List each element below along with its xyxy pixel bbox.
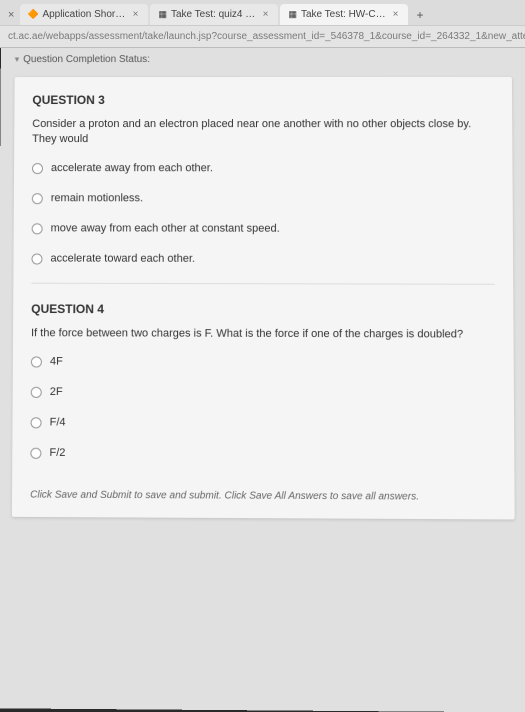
tab-title: Take Test: HW-CL06- electros [301, 9, 387, 20]
tab-title: Take Test: quiz4 – PHY 0103 [171, 9, 257, 20]
question-prompt: Consider a proton and an electron placed… [32, 117, 494, 148]
close-icon[interactable]: × [261, 9, 271, 20]
question-3: QUESTION 3 Consider a proton and an elec… [31, 93, 494, 265]
save-submit-instructions: Click Save and Submit to save and submit… [30, 490, 496, 504]
completion-status-label: Question Completion Status: [23, 54, 150, 65]
radio-button[interactable] [31, 387, 42, 398]
questions-panel: QUESTION 3 Consider a proton and an elec… [12, 77, 515, 520]
browser-chrome: × 🔶 Application Shortcuts × ▦ Take Test:… [0, 0, 525, 48]
divider [31, 282, 495, 284]
option-label: 2F [50, 386, 63, 398]
option-row[interactable]: accelerate toward each other. [31, 252, 494, 265]
option-row[interactable]: F/4 [31, 416, 496, 430]
blackboard-icon: ▦ [158, 10, 167, 20]
option-row[interactable]: remain motionless. [32, 192, 495, 205]
blackboard-icon: ▦ [288, 10, 297, 20]
address-bar[interactable]: ct.ac.ae/webapps/assessment/take/launch.… [0, 25, 525, 47]
completion-status-bar[interactable]: ▾ Question Completion Status: [1, 48, 525, 71]
tab-shortcuts[interactable]: 🔶 Application Shortcuts × [20, 4, 148, 25]
radio-button[interactable] [31, 417, 42, 428]
option-label: F/2 [49, 447, 65, 459]
tab-title: Application Shortcuts [42, 9, 126, 20]
close-icon[interactable]: × [131, 9, 141, 20]
new-tab-button[interactable]: + [410, 5, 429, 25]
radio-button[interactable] [30, 448, 41, 459]
question-4: QUESTION 4 If the force between two char… [30, 302, 496, 462]
chevron-down-icon: ▾ [15, 54, 20, 65]
option-label: move away from each other at constant sp… [51, 222, 280, 234]
option-label: 4F [50, 356, 63, 368]
page-content: ▾ Question Completion Status: QUESTION 3… [0, 48, 525, 712]
tab-quiz4[interactable]: ▦ Take Test: quiz4 – PHY 0103 × [150, 4, 278, 25]
option-row[interactable]: accelerate away from each other. [32, 162, 494, 174]
option-row[interactable]: 2F [31, 386, 496, 400]
radio-button[interactable] [31, 253, 42, 264]
option-label: accelerate toward each other. [50, 252, 195, 264]
option-row[interactable]: F/2 [30, 447, 496, 461]
tab-strip: × 🔶 Application Shortcuts × ▦ Take Test:… [0, 0, 525, 25]
radio-button[interactable] [32, 223, 43, 234]
option-label: F/4 [50, 416, 66, 428]
radio-button[interactable] [32, 193, 43, 204]
question-title: QUESTION 4 [31, 302, 495, 317]
option-row[interactable]: move away from each other at constant sp… [32, 222, 495, 235]
question-title: QUESTION 3 [32, 93, 494, 107]
close-icon[interactable]: × [391, 9, 401, 20]
app-icon: 🔶 [28, 10, 38, 20]
option-label: accelerate away from each other. [51, 162, 213, 174]
radio-button[interactable] [31, 357, 42, 368]
option-label: remain motionless. [51, 192, 143, 204]
question-prompt: If the force between two charges is F. W… [31, 326, 495, 343]
tab-hw-cl06[interactable]: ▦ Take Test: HW-CL06- electros × [280, 4, 408, 25]
option-row[interactable]: 4F [31, 356, 496, 370]
radio-button[interactable] [32, 163, 43, 174]
close-tab-icon[interactable]: × [4, 7, 18, 23]
